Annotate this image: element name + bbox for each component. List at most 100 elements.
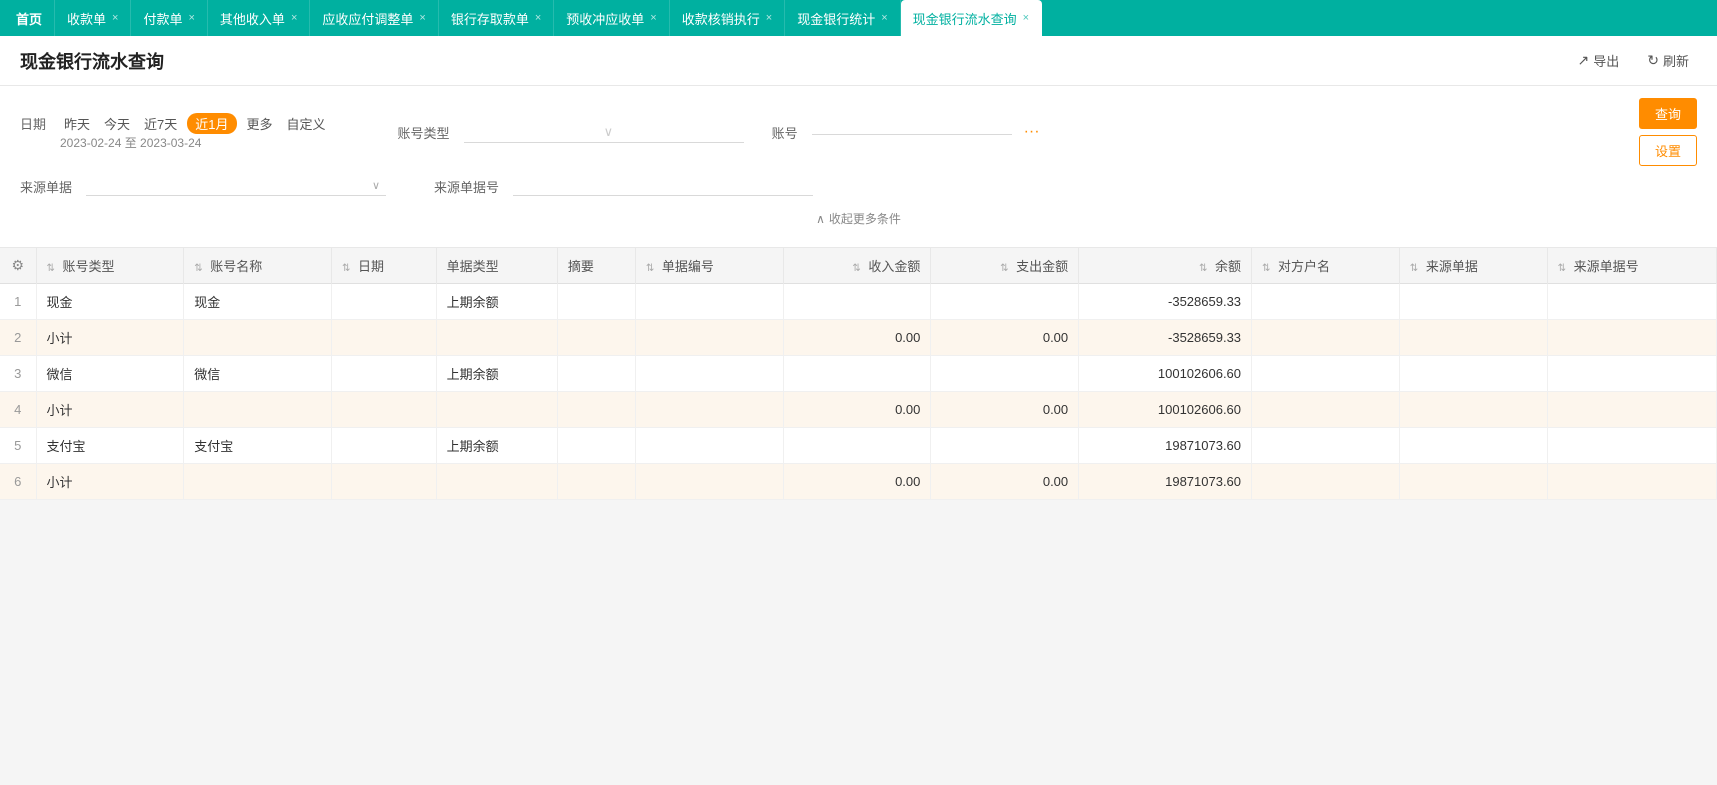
cell-balance: 19871073.60 (1079, 428, 1252, 464)
yesterday-btn[interactable]: 昨天 (60, 113, 94, 134)
cell-date (332, 356, 437, 392)
nav-tab-payments[interactable]: 付款单 × (131, 0, 207, 36)
column-source-doc: ⇅ 来源单据 (1399, 248, 1547, 284)
cell-date (332, 284, 437, 320)
cell-income: 0.00 (783, 320, 931, 356)
cell-expense (931, 284, 1079, 320)
cell-summary (557, 464, 635, 500)
cell-income (783, 284, 931, 320)
cell-source-doc (1399, 320, 1547, 356)
cell-source-doc (1399, 428, 1547, 464)
refresh-icon: ↻ (1647, 52, 1659, 69)
account-label: 账号 (772, 123, 798, 142)
nav-home[interactable]: 首页 (4, 0, 55, 36)
table-row: 5支付宝支付宝上期余额19871073.60 (0, 428, 1717, 464)
column-doc-no: ⇅ 单据编号 (635, 248, 783, 284)
column-balance: ⇅ 余额 (1079, 248, 1252, 284)
column-source-doc-no: ⇅ 来源单据号 (1547, 248, 1716, 284)
sort-icon[interactable]: ⇅ (194, 263, 202, 274)
nav-tab-other-income[interactable]: 其他收入单 × (208, 0, 310, 36)
cell-source-doc (1399, 356, 1547, 392)
more-options-button[interactable]: ··· (1020, 121, 1044, 143)
cell-doc-type: 上期余额 (436, 356, 557, 392)
export-button[interactable]: ↗ 导出 (1570, 47, 1628, 74)
cell-balance: 19871073.60 (1079, 464, 1252, 500)
sort-icon[interactable]: ⇅ (646, 263, 654, 274)
source-doc-no-field[interactable] (513, 176, 813, 196)
close-icon[interactable]: × (535, 12, 541, 24)
sort-icon[interactable]: ⇅ (1262, 263, 1270, 274)
nav-tab-verify[interactable]: 收款核销执行 × (670, 0, 785, 36)
table-header-row: ⚙ ⇅ 账号类型 ⇅ 账号名称 ⇅ 日期 单据类型 摘要 (0, 248, 1717, 284)
more-btn[interactable]: 更多 (243, 113, 277, 134)
cell-summary (557, 428, 635, 464)
sort-icon[interactable]: ⇅ (342, 263, 350, 274)
cell-balance: 100102606.60 (1079, 392, 1252, 428)
cell-source-doc-no (1547, 356, 1716, 392)
custom-btn[interactable]: 自定义 (283, 113, 330, 134)
cell-doc-no (635, 356, 783, 392)
column-date: ⇅ 日期 (332, 248, 437, 284)
sort-icon[interactable]: ⇅ (1199, 263, 1207, 274)
sort-icon[interactable]: ⇅ (47, 263, 55, 274)
cell-income: 0.00 (783, 464, 931, 500)
query-button[interactable]: 查询 (1639, 98, 1697, 129)
close-icon[interactable]: × (766, 12, 772, 24)
close-icon[interactable]: × (1023, 12, 1029, 24)
sort-icon[interactable]: ⇅ (852, 263, 860, 274)
close-icon[interactable]: × (291, 12, 297, 24)
close-icon[interactable]: × (881, 12, 887, 24)
settings-button[interactable]: 设置 (1639, 135, 1697, 166)
sort-icon[interactable]: ⇅ (1410, 263, 1418, 274)
close-icon[interactable]: × (188, 12, 194, 24)
cell-counterpart (1252, 428, 1400, 464)
cell-doc-type (436, 320, 557, 356)
cell-income: 0.00 (783, 392, 931, 428)
collapse-bar[interactable]: ∧ 收起更多条件 (20, 206, 1697, 235)
row-number: 5 (0, 428, 36, 464)
data-table: ⚙ ⇅ 账号类型 ⇅ 账号名称 ⇅ 日期 单据类型 摘要 (0, 248, 1717, 500)
cell-account-type: 小计 (36, 320, 184, 356)
cell-date (332, 428, 437, 464)
close-icon[interactable]: × (419, 12, 425, 24)
nav-tab-prepay[interactable]: 预收冲应收单 × (554, 0, 669, 36)
today-btn[interactable]: 今天 (100, 113, 134, 134)
sort-icon[interactable]: ⇅ (1000, 263, 1008, 274)
source-doc-field[interactable]: ∨ (86, 176, 386, 196)
cell-doc-no (635, 284, 783, 320)
cell-balance: 100102606.60 (1079, 356, 1252, 392)
close-icon[interactable]: × (112, 12, 118, 24)
gear-icon[interactable]: ⚙ (11, 257, 24, 273)
row-number: 6 (0, 464, 36, 500)
nav-tab-bank-deposit[interactable]: 银行存取款单 × (439, 0, 554, 36)
cell-counterpart (1252, 284, 1400, 320)
nav-tab-cash-bank-flow[interactable]: 现金银行流水查询 × (901, 0, 1042, 36)
column-settings[interactable]: ⚙ (0, 248, 36, 284)
cell-source-doc (1399, 284, 1547, 320)
page-title: 现金银行流水查询 (20, 48, 164, 74)
page-header: 现金银行流水查询 ↗ 导出 ↻ 刷新 (0, 36, 1717, 86)
cell-expense: 0.00 (931, 392, 1079, 428)
cell-summary (557, 284, 635, 320)
account-type-field[interactable]: ∨ (464, 122, 744, 143)
sort-icon[interactable]: ⇅ (1558, 263, 1566, 274)
filter-area: 日期 昨天 今天 近7天 近1月 更多 自定义 2023-02-24 至 202… (0, 86, 1717, 248)
cell-doc-type (436, 392, 557, 428)
close-icon[interactable]: × (650, 12, 656, 24)
row-number: 1 (0, 284, 36, 320)
cell-doc-no (635, 428, 783, 464)
last7-btn[interactable]: 近7天 (140, 113, 181, 134)
nav-tab-receipts[interactable]: 收款单 × (55, 0, 131, 36)
cell-account-name (184, 392, 332, 428)
cell-balance: -3528659.33 (1079, 284, 1252, 320)
refresh-button[interactable]: ↻ 刷新 (1639, 47, 1697, 74)
last1m-btn[interactable]: 近1月 (187, 113, 236, 134)
source-doc-no-label: 来源单据号 (434, 177, 499, 196)
nav-tab-cash-bank-stats[interactable]: 现金银行统计 × (785, 0, 900, 36)
account-field[interactable] (812, 130, 1012, 135)
source-doc-input[interactable] (92, 178, 372, 193)
source-doc-no-input[interactable] (519, 178, 807, 193)
cell-doc-type (436, 464, 557, 500)
nav-tab-ar-ap-adjust[interactable]: 应收应付调整单 × (310, 0, 438, 36)
cell-summary (557, 392, 635, 428)
